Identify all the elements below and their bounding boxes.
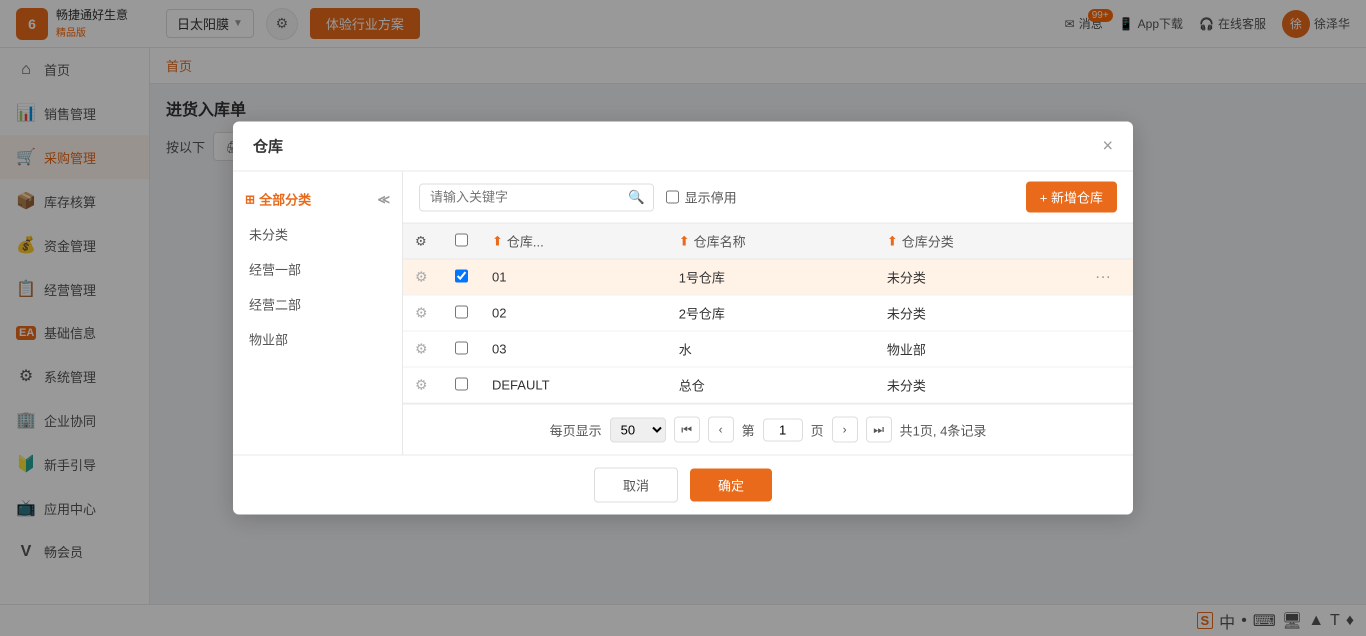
show-disabled-label[interactable]: 显示停用 <box>666 188 737 207</box>
cat-item-unclassified[interactable]: 未分类 <box>233 217 402 252</box>
cat-item-property[interactable]: 物业部 <box>233 322 402 357</box>
grid-icon: ⊞ <box>245 192 255 206</box>
row-checkbox <box>443 367 480 403</box>
sort-icon: ⬆ <box>492 233 503 249</box>
modal-title: 仓库 <box>253 136 283 157</box>
row-select-checkbox[interactable] <box>455 269 468 282</box>
th-checkbox <box>443 224 480 260</box>
sort-cat-icon: ⬆ <box>887 233 898 249</box>
all-categories-label: 全部分类 <box>259 190 377 209</box>
row-code: 01 <box>480 259 667 295</box>
row-category: 未分类 <box>875 367 1083 403</box>
row-category: 物业部 <box>875 331 1083 367</box>
table-row[interactable]: ⚙ 01 1号仓库 未分类 ··· <box>403 259 1133 295</box>
code-sort[interactable]: ⬆ 仓库... <box>492 232 655 251</box>
th-actions <box>1083 224 1133 260</box>
table-row[interactable]: ⚙ 02 2号仓库 未分类 <box>403 295 1133 331</box>
row-code: 02 <box>480 295 667 331</box>
page-unit: 页 <box>811 420 824 439</box>
modal-body: ⊞ 全部分类 ≪ 未分类 经营一部 经营二部 物业部 <box>233 172 1133 455</box>
show-disabled-checkbox[interactable] <box>666 191 679 204</box>
prev-page-button[interactable]: ‹ <box>708 417 734 443</box>
row-gear-icon[interactable]: ⚙ <box>415 269 428 285</box>
row-actions <box>1083 295 1133 331</box>
category-sidebar: ⊞ 全部分类 ≪ 未分类 经营一部 经营二部 物业部 <box>233 172 403 455</box>
row-gear: ⚙ <box>403 367 443 403</box>
total-info: 共1页, 4条记录 <box>900 420 987 439</box>
row-select-checkbox[interactable] <box>455 341 468 354</box>
select-all-checkbox[interactable] <box>455 233 468 246</box>
cat-item-dept1[interactable]: 经营一部 <box>233 252 402 287</box>
search-input[interactable] <box>420 185 620 210</box>
row-gear-icon[interactable]: ⚙ <box>415 377 428 393</box>
search-box: 🔍 <box>419 183 654 211</box>
modal-close-button[interactable]: × <box>1102 136 1113 157</box>
modal-toolbar: 🔍 显示停用 + 新增仓库 <box>403 172 1133 224</box>
last-page-button[interactable]: ⏭ <box>866 417 892 443</box>
cat-item-dept2[interactable]: 经营二部 <box>233 287 402 322</box>
modal-header: 仓库 × <box>233 122 1133 172</box>
per-page-label: 每页显示 <box>550 420 602 439</box>
warehouse-modal: 仓库 × ⊞ 全部分类 ≪ 未分类 经营一部 经营二部 物业部 <box>233 122 1133 515</box>
row-select-checkbox[interactable] <box>455 377 468 390</box>
row-more-button[interactable]: ··· <box>1095 268 1111 285</box>
add-warehouse-button[interactable]: + 新增仓库 <box>1026 182 1117 213</box>
row-name: 水 <box>667 331 875 367</box>
cancel-button[interactable]: 取消 <box>594 468 678 503</box>
search-button[interactable]: 🔍 <box>620 184 653 210</box>
row-checkbox <box>443 331 480 367</box>
next-page-button[interactable]: › <box>832 417 858 443</box>
all-categories-header[interactable]: ⊞ 全部分类 ≪ <box>233 182 402 217</box>
row-category: 未分类 <box>875 259 1083 295</box>
page-text: 第 <box>742 420 755 439</box>
row-gear-icon[interactable]: ⚙ <box>415 305 428 321</box>
row-code: DEFAULT <box>480 367 667 403</box>
category-sort[interactable]: ⬆ 仓库分类 <box>887 232 1071 251</box>
row-name: 2号仓库 <box>667 295 875 331</box>
row-gear: ⚙ <box>403 331 443 367</box>
confirm-button[interactable]: 确定 <box>690 469 772 502</box>
row-select-checkbox[interactable] <box>455 305 468 318</box>
warehouse-table: ⚙ ⬆ 仓库... <box>403 224 1133 404</box>
th-category: ⬆ 仓库分类 <box>875 224 1083 260</box>
pagination: 每页显示 50 100 ⏮ ‹ 第 页 › ⏭ 共1页, 4条记录 <box>403 404 1133 455</box>
modal-footer: 取消 确定 <box>233 455 1133 515</box>
data-table: ⚙ ⬆ 仓库... <box>403 224 1133 404</box>
name-sort[interactable]: ⬆ 仓库名称 <box>679 232 863 251</box>
first-page-button[interactable]: ⏮ <box>674 417 700 443</box>
row-gear: ⚙ <box>403 295 443 331</box>
page-number-input[interactable] <box>763 418 803 441</box>
row-code: 03 <box>480 331 667 367</box>
row-name: 1号仓库 <box>667 259 875 295</box>
table-row[interactable]: ⚙ DEFAULT 总仓 未分类 <box>403 367 1133 403</box>
row-category: 未分类 <box>875 295 1083 331</box>
gear-icon[interactable]: ⚙ <box>415 233 427 248</box>
per-page-select[interactable]: 50 100 <box>610 417 666 442</box>
row-gear-icon[interactable]: ⚙ <box>415 341 428 357</box>
row-name: 总仓 <box>667 367 875 403</box>
collapse-icon[interactable]: ≪ <box>377 192 390 206</box>
row-checkbox <box>443 295 480 331</box>
modal-table-area: 🔍 显示停用 + 新增仓库 ⚙ <box>403 172 1133 455</box>
row-actions: ··· <box>1083 259 1133 295</box>
row-actions <box>1083 331 1133 367</box>
th-name: ⬆ 仓库名称 <box>667 224 875 260</box>
row-checkbox <box>443 259 480 295</box>
sort-name-icon: ⬆ <box>679 233 690 249</box>
row-actions <box>1083 367 1133 403</box>
th-gear: ⚙ <box>403 224 443 260</box>
row-gear: ⚙ <box>403 259 443 295</box>
table-row[interactable]: ⚙ 03 水 物业部 <box>403 331 1133 367</box>
th-code: ⬆ 仓库... <box>480 224 667 260</box>
